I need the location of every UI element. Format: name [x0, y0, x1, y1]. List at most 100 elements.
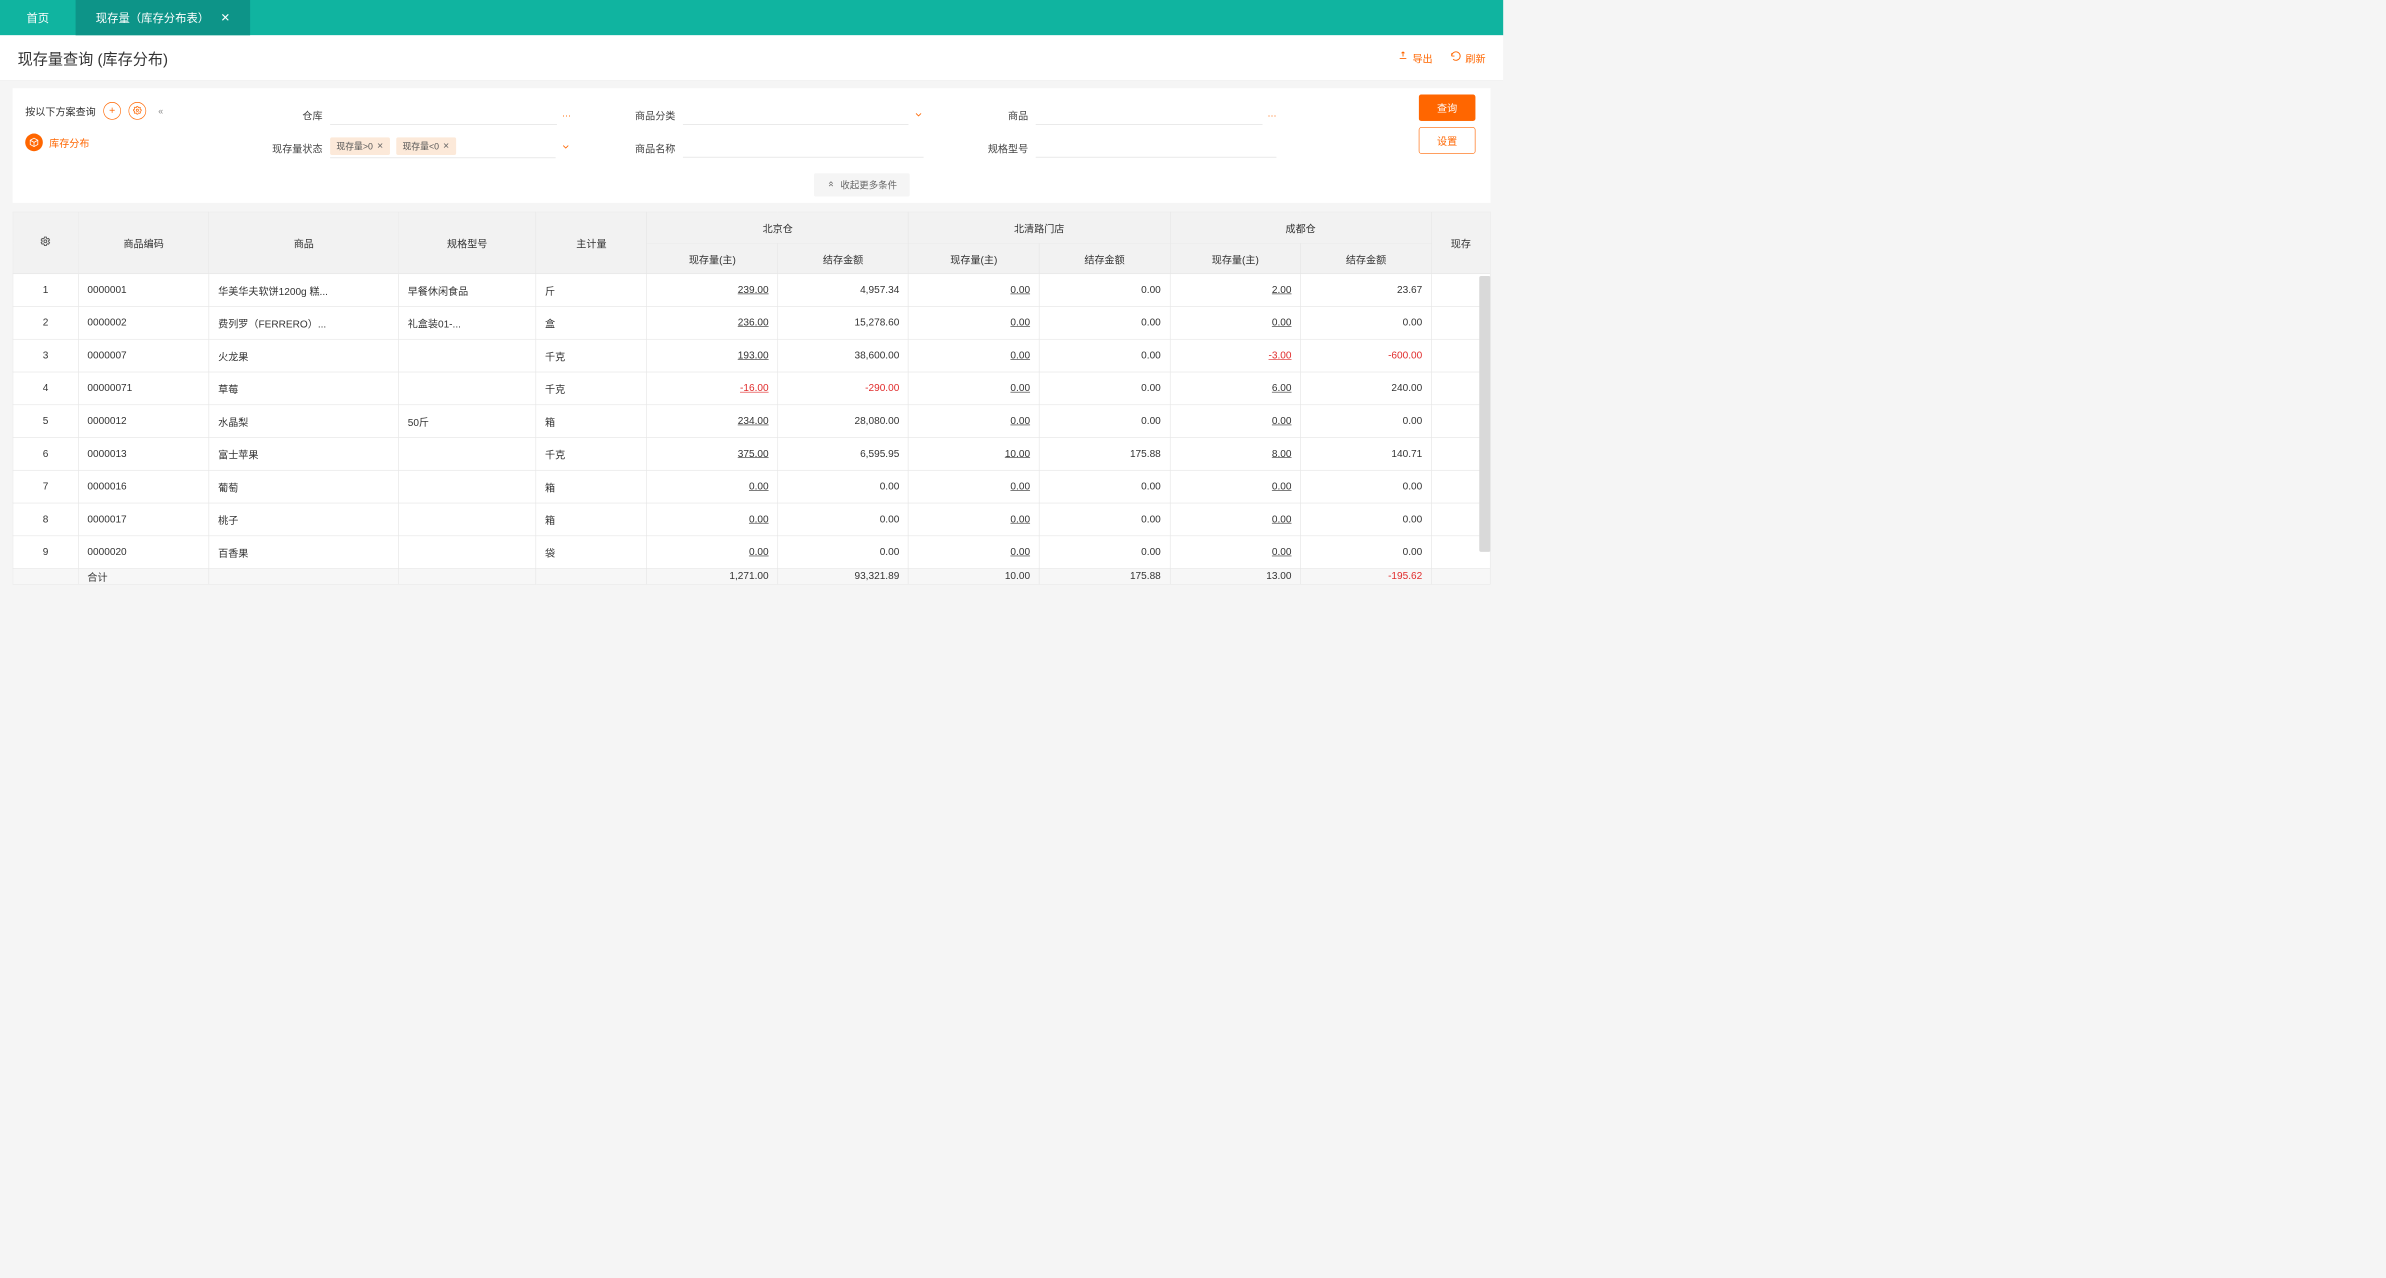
- product-input[interactable]: [1036, 106, 1263, 125]
- th-unit[interactable]: 主计量: [536, 212, 647, 274]
- qty-link[interactable]: 0.00: [1010, 350, 1030, 361]
- tab-inventory-distribution[interactable]: 现存量（库存分布表） ✕: [76, 0, 251, 35]
- table-row[interactable]: 70000016葡萄箱0.000.000.000.000.000.00: [13, 470, 1490, 503]
- table-row[interactable]: 30000007火龙果千克193.0038,600.000.000.00-3.0…: [13, 339, 1490, 372]
- qty-link[interactable]: 10.00: [1005, 448, 1030, 459]
- qty-link[interactable]: 2.00: [1272, 284, 1292, 295]
- table-row[interactable]: 80000017桃子箱0.000.000.000.000.000.00: [13, 503, 1490, 536]
- close-icon[interactable]: ✕: [221, 11, 231, 24]
- qty-link[interactable]: -3.00: [1269, 350, 1292, 361]
- tab-home[interactable]: 首页: [0, 0, 76, 35]
- th-amt-2[interactable]: 结存金额: [1039, 243, 1170, 273]
- qty-warehouse-3[interactable]: 0.00: [1170, 536, 1301, 569]
- close-icon[interactable]: ✕: [377, 141, 384, 151]
- qty-warehouse-3[interactable]: 0.00: [1170, 470, 1301, 503]
- qty-warehouse-3[interactable]: 6.00: [1170, 372, 1301, 405]
- query-button[interactable]: 查询: [1419, 95, 1476, 121]
- qty-warehouse-1[interactable]: 0.00: [647, 536, 778, 569]
- close-icon[interactable]: ✕: [443, 141, 450, 151]
- qty-warehouse-3[interactable]: 2.00: [1170, 274, 1301, 307]
- scrollbar[interactable]: [1479, 276, 1490, 552]
- th-group-3[interactable]: 成都仓: [1170, 212, 1431, 244]
- settings-button[interactable]: 设置: [1419, 127, 1476, 153]
- qty-link[interactable]: 0.00: [1010, 514, 1030, 525]
- qty-link[interactable]: 0.00: [749, 481, 769, 492]
- qty-warehouse-2[interactable]: 10.00: [908, 438, 1039, 471]
- qty-warehouse-1[interactable]: 0.00: [647, 470, 778, 503]
- qty-warehouse-2[interactable]: 0.00: [908, 536, 1039, 569]
- qty-warehouse-1[interactable]: 193.00: [647, 339, 778, 372]
- refresh-button[interactable]: 刷新: [1450, 50, 1485, 65]
- scheme-settings-button[interactable]: [129, 102, 147, 120]
- qty-warehouse-3[interactable]: 8.00: [1170, 438, 1301, 471]
- qty-warehouse-2[interactable]: 0.00: [908, 372, 1039, 405]
- th-qty-1[interactable]: 现存量(主): [647, 243, 778, 273]
- product-name-input[interactable]: [683, 138, 924, 157]
- category-input[interactable]: [683, 106, 909, 125]
- qty-link[interactable]: 0.00: [749, 514, 769, 525]
- qty-warehouse-2[interactable]: 0.00: [908, 405, 1039, 438]
- qty-warehouse-3[interactable]: 0.00: [1170, 405, 1301, 438]
- table-row[interactable]: 90000020百香果袋0.000.000.000.000.000.00: [13, 536, 1490, 569]
- status-dropdown-button[interactable]: [561, 142, 571, 154]
- table-row[interactable]: 400000071草莓千克-16.00-290.000.000.006.0024…: [13, 372, 1490, 405]
- warehouse-input[interactable]: [330, 106, 557, 125]
- qty-link[interactable]: 8.00: [1272, 448, 1292, 459]
- qty-link[interactable]: 0.00: [1010, 481, 1030, 492]
- qty-warehouse-2[interactable]: 0.00: [908, 306, 1039, 339]
- collapse-sidebar-button[interactable]: «: [154, 102, 168, 120]
- qty-link[interactable]: 234.00: [738, 415, 769, 426]
- table-row[interactable]: 20000002费列罗（FERRERO）...礼盒装01-...盒236.001…: [13, 306, 1490, 339]
- qty-warehouse-2[interactable]: 0.00: [908, 339, 1039, 372]
- qty-warehouse-2[interactable]: 0.00: [908, 470, 1039, 503]
- qty-warehouse-1[interactable]: 375.00: [647, 438, 778, 471]
- qty-link[interactable]: 0.00: [1272, 481, 1292, 492]
- toggle-more-filters-button[interactable]: 收起更多条件: [814, 173, 910, 196]
- qty-link[interactable]: 0.00: [1010, 415, 1030, 426]
- qty-link[interactable]: 0.00: [1010, 547, 1030, 558]
- add-scheme-button[interactable]: [103, 102, 121, 120]
- th-extra[interactable]: 现存: [1431, 212, 1490, 274]
- th-qty-2[interactable]: 现存量(主): [908, 243, 1039, 273]
- qty-link[interactable]: 0.00: [1010, 317, 1030, 328]
- th-qty-3[interactable]: 现存量(主): [1170, 243, 1301, 273]
- product-picker-button[interactable]: ⋯: [1268, 110, 1277, 121]
- warehouse-picker-button[interactable]: ⋯: [562, 110, 571, 121]
- qty-warehouse-2[interactable]: 0.00: [908, 274, 1039, 307]
- qty-link[interactable]: 6.00: [1272, 383, 1292, 394]
- qty-link[interactable]: 0.00: [1010, 284, 1030, 295]
- th-amt-1[interactable]: 结存金额: [778, 243, 909, 273]
- qty-link[interactable]: 0.00: [1272, 317, 1292, 328]
- qty-warehouse-1[interactable]: 0.00: [647, 503, 778, 536]
- table-row[interactable]: 10000001华美华夫软饼1200g 糕...早餐休闲食品斤239.004,9…: [13, 274, 1490, 307]
- qty-warehouse-3[interactable]: 0.00: [1170, 306, 1301, 339]
- qty-warehouse-2[interactable]: 0.00: [908, 503, 1039, 536]
- qty-link[interactable]: -16.00: [740, 383, 769, 394]
- scheme-item-inventory-distribution[interactable]: 库存分布: [25, 134, 220, 152]
- th-spec[interactable]: 规格型号: [399, 212, 536, 274]
- qty-link[interactable]: 236.00: [738, 317, 769, 328]
- category-dropdown-button[interactable]: [914, 109, 924, 121]
- qty-link[interactable]: 193.00: [738, 350, 769, 361]
- qty-warehouse-1[interactable]: 236.00: [647, 306, 778, 339]
- table-row[interactable]: 50000012水晶梨50斤箱234.0028,080.000.000.000.…: [13, 405, 1490, 438]
- th-name[interactable]: 商品: [209, 212, 399, 274]
- qty-warehouse-1[interactable]: 234.00: [647, 405, 778, 438]
- qty-link[interactable]: 0.00: [749, 547, 769, 558]
- status-chip-lt0[interactable]: 现存量<0✕: [396, 137, 456, 155]
- qty-warehouse-3[interactable]: -3.00: [1170, 339, 1301, 372]
- column-settings-button[interactable]: [13, 212, 78, 274]
- qty-warehouse-3[interactable]: 0.00: [1170, 503, 1301, 536]
- qty-link[interactable]: 0.00: [1272, 514, 1292, 525]
- table-row[interactable]: 60000013富士苹果千克375.006,595.9510.00175.888…: [13, 438, 1490, 471]
- th-group-2[interactable]: 北清路门店: [908, 212, 1169, 244]
- qty-link[interactable]: 0.00: [1272, 547, 1292, 558]
- th-group-1[interactable]: 北京仓: [647, 212, 908, 244]
- th-code[interactable]: 商品编码: [78, 212, 209, 274]
- spec-input[interactable]: [1036, 138, 1277, 157]
- qty-link[interactable]: 0.00: [1010, 383, 1030, 394]
- qty-link[interactable]: 0.00: [1272, 415, 1292, 426]
- qty-link[interactable]: 239.00: [738, 284, 769, 295]
- qty-warehouse-1[interactable]: 239.00: [647, 274, 778, 307]
- export-button[interactable]: 导出: [1397, 50, 1432, 65]
